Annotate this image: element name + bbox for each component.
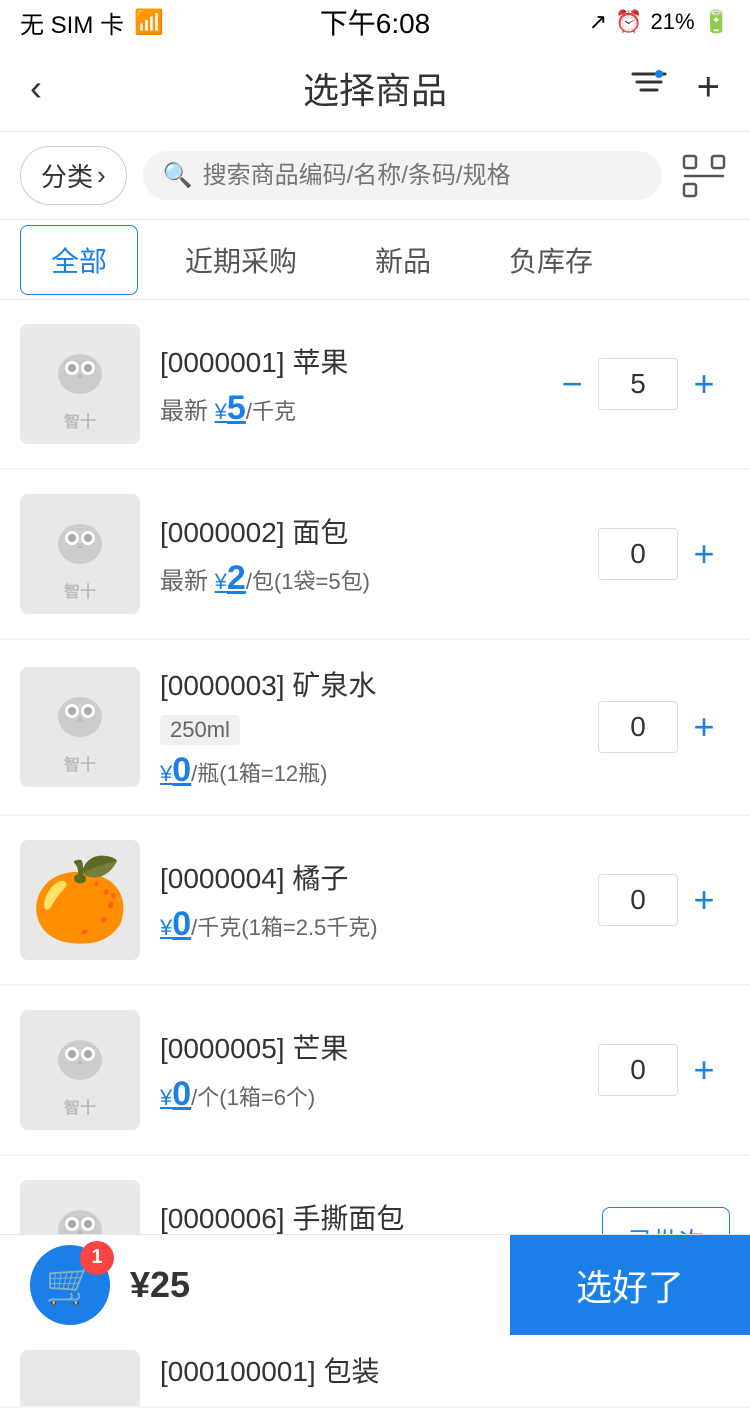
table-row: [000100001] 包装 xyxy=(0,1326,750,1406)
increment-button[interactable]: + xyxy=(678,874,730,926)
quantity-input[interactable] xyxy=(598,874,678,926)
product-price: ¥0/个(1箱=6个) xyxy=(160,1075,578,1114)
alarm-icon: ⏰ xyxy=(615,9,642,35)
product-name: [0000001] 苹果 xyxy=(160,341,526,381)
cart-button[interactable]: 🛒 1 xyxy=(30,1245,110,1325)
status-left: 无 SIM 卡 📶 xyxy=(20,5,164,40)
quantity-control: − + xyxy=(546,358,730,410)
status-time: 下午6:08 xyxy=(320,2,431,42)
tab-negative[interactable]: 负库存 xyxy=(478,225,624,295)
search-icon: 🔍 xyxy=(163,161,193,190)
owl-logo: 智十 xyxy=(45,506,115,602)
quantity-control: + xyxy=(598,1044,730,1096)
product-name: [0000006] 手撕面包 xyxy=(160,1197,582,1237)
decrement-button[interactable]: − xyxy=(546,358,598,410)
product-price: 最新 ¥2/包(1袋=5包) xyxy=(160,559,578,598)
confirm-button[interactable]: 选好了 xyxy=(510,1235,750,1335)
increment-button[interactable]: + xyxy=(678,701,730,753)
filter-bar: 分类 › 🔍 xyxy=(0,132,750,220)
quantity-control: + xyxy=(598,701,730,753)
product-price: ¥0/千克(1箱=2.5千克) xyxy=(160,905,578,944)
increment-button[interactable]: + xyxy=(678,358,730,410)
product-price: ¥0/瓶(1箱=12瓶) xyxy=(160,751,578,790)
quantity-input[interactable] xyxy=(598,1044,678,1096)
owl-brand-text: 智十 xyxy=(64,408,96,432)
product-thumbnail: 智十 xyxy=(20,1010,140,1130)
location-icon: ↗ xyxy=(589,9,607,35)
nav-right: + xyxy=(631,65,720,110)
quantity-control: + xyxy=(598,874,730,926)
category-button[interactable]: 分类 › xyxy=(20,146,127,205)
product-name: [0000002] 面包 xyxy=(160,511,578,551)
increment-button[interactable]: + xyxy=(678,528,730,580)
owl-logo: 智十 xyxy=(45,679,115,775)
orange-image: 🍊 xyxy=(20,840,140,960)
product-info: [0000005] 芒果 ¥0/个(1箱=6个) xyxy=(160,1027,578,1114)
search-box: 🔍 xyxy=(143,151,662,200)
status-bar: 无 SIM 卡 📶 下午6:08 ↗ ⏰ 21% 🔋 xyxy=(0,0,750,44)
table-row: 智十 [0000002] 面包 最新 ¥2/包(1袋=5包) + xyxy=(0,470,750,638)
table-row: 🍊 [0000004] 橘子 ¥0/千克(1箱=2.5千克) + xyxy=(0,816,750,984)
product-thumbnail: 智十 xyxy=(20,324,140,444)
product-name: [0000005] 芒果 xyxy=(160,1027,578,1067)
battery-label: 21% xyxy=(651,9,695,35)
tab-recent[interactable]: 近期采购 xyxy=(154,225,328,295)
tab-all[interactable]: 全部 xyxy=(20,225,138,295)
product-info: [000100001] 包装 xyxy=(160,1350,730,1398)
table-row: 智十 [0000005] 芒果 ¥0/个(1箱=6个) + xyxy=(0,986,750,1154)
table-row: 智十 [0000003] 矿泉水 250ml ¥0/瓶(1箱=12瓶) + xyxy=(0,640,750,814)
product-thumbnail xyxy=(20,1350,140,1406)
product-thumbnail: 🍊 xyxy=(20,840,140,960)
product-thumbnail: 智十 xyxy=(20,667,140,787)
battery-icon: 🔋 xyxy=(703,9,730,35)
owl-brand-text: 智十 xyxy=(64,578,96,602)
scan-button[interactable] xyxy=(678,150,730,202)
product-info: [0000002] 面包 最新 ¥2/包(1袋=5包) xyxy=(160,511,578,598)
scan-icon xyxy=(682,154,726,198)
quantity-control: + xyxy=(598,528,730,580)
table-row: 智十 [0000001] 苹果 最新 ¥5/千克 − + xyxy=(0,300,750,468)
quantity-input[interactable] xyxy=(598,701,678,753)
quantity-input[interactable] xyxy=(598,358,678,410)
product-name: [000100001] 包装 xyxy=(160,1350,730,1390)
tab-new[interactable]: 新品 xyxy=(344,225,462,295)
owl-brand-text: 智十 xyxy=(64,1094,96,1118)
bottom-bar: 🛒 1 ¥25 选好了 xyxy=(0,1234,750,1334)
nav-bar: ‹ 选择商品 + xyxy=(0,44,750,132)
owl-brand-text: 智十 xyxy=(64,751,96,775)
page-title: 选择商品 xyxy=(303,62,447,114)
add-button[interactable]: + xyxy=(697,65,720,110)
wifi-icon: 📶 xyxy=(134,8,164,37)
category-chevron: › xyxy=(97,160,106,191)
product-price: 最新 ¥5/千克 xyxy=(160,389,526,428)
increment-button[interactable]: + xyxy=(678,1044,730,1096)
owl-logo: 智十 xyxy=(45,1022,115,1118)
cart-section: 🛒 1 ¥25 xyxy=(0,1245,510,1325)
product-info: [0000003] 矿泉水 250ml ¥0/瓶(1箱=12瓶) xyxy=(160,664,578,790)
category-label: 分类 xyxy=(41,157,93,194)
product-info: [0000004] 橘子 ¥0/千克(1箱=2.5千克) xyxy=(160,857,578,944)
product-spec: 250ml xyxy=(160,715,240,745)
product-info: [0000001] 苹果 最新 ¥5/千克 xyxy=(160,341,526,428)
quantity-input[interactable] xyxy=(598,528,678,580)
back-button[interactable]: ‹ xyxy=(30,67,42,109)
filter-icon[interactable] xyxy=(631,68,667,108)
product-thumbnail: 智十 xyxy=(20,494,140,614)
product-name: [0000003] 矿泉水 xyxy=(160,664,578,704)
cart-total: ¥25 xyxy=(130,1264,190,1306)
search-input[interactable] xyxy=(203,162,642,190)
owl-logo: 智十 xyxy=(45,336,115,432)
product-name: [0000004] 橘子 xyxy=(160,857,578,897)
cart-badge: 1 xyxy=(80,1241,114,1275)
status-right: ↗ ⏰ 21% 🔋 xyxy=(589,9,730,35)
carrier-label: 无 SIM 卡 xyxy=(20,5,124,40)
tab-bar: 全部 近期采购 新品 负库存 xyxy=(0,220,750,300)
